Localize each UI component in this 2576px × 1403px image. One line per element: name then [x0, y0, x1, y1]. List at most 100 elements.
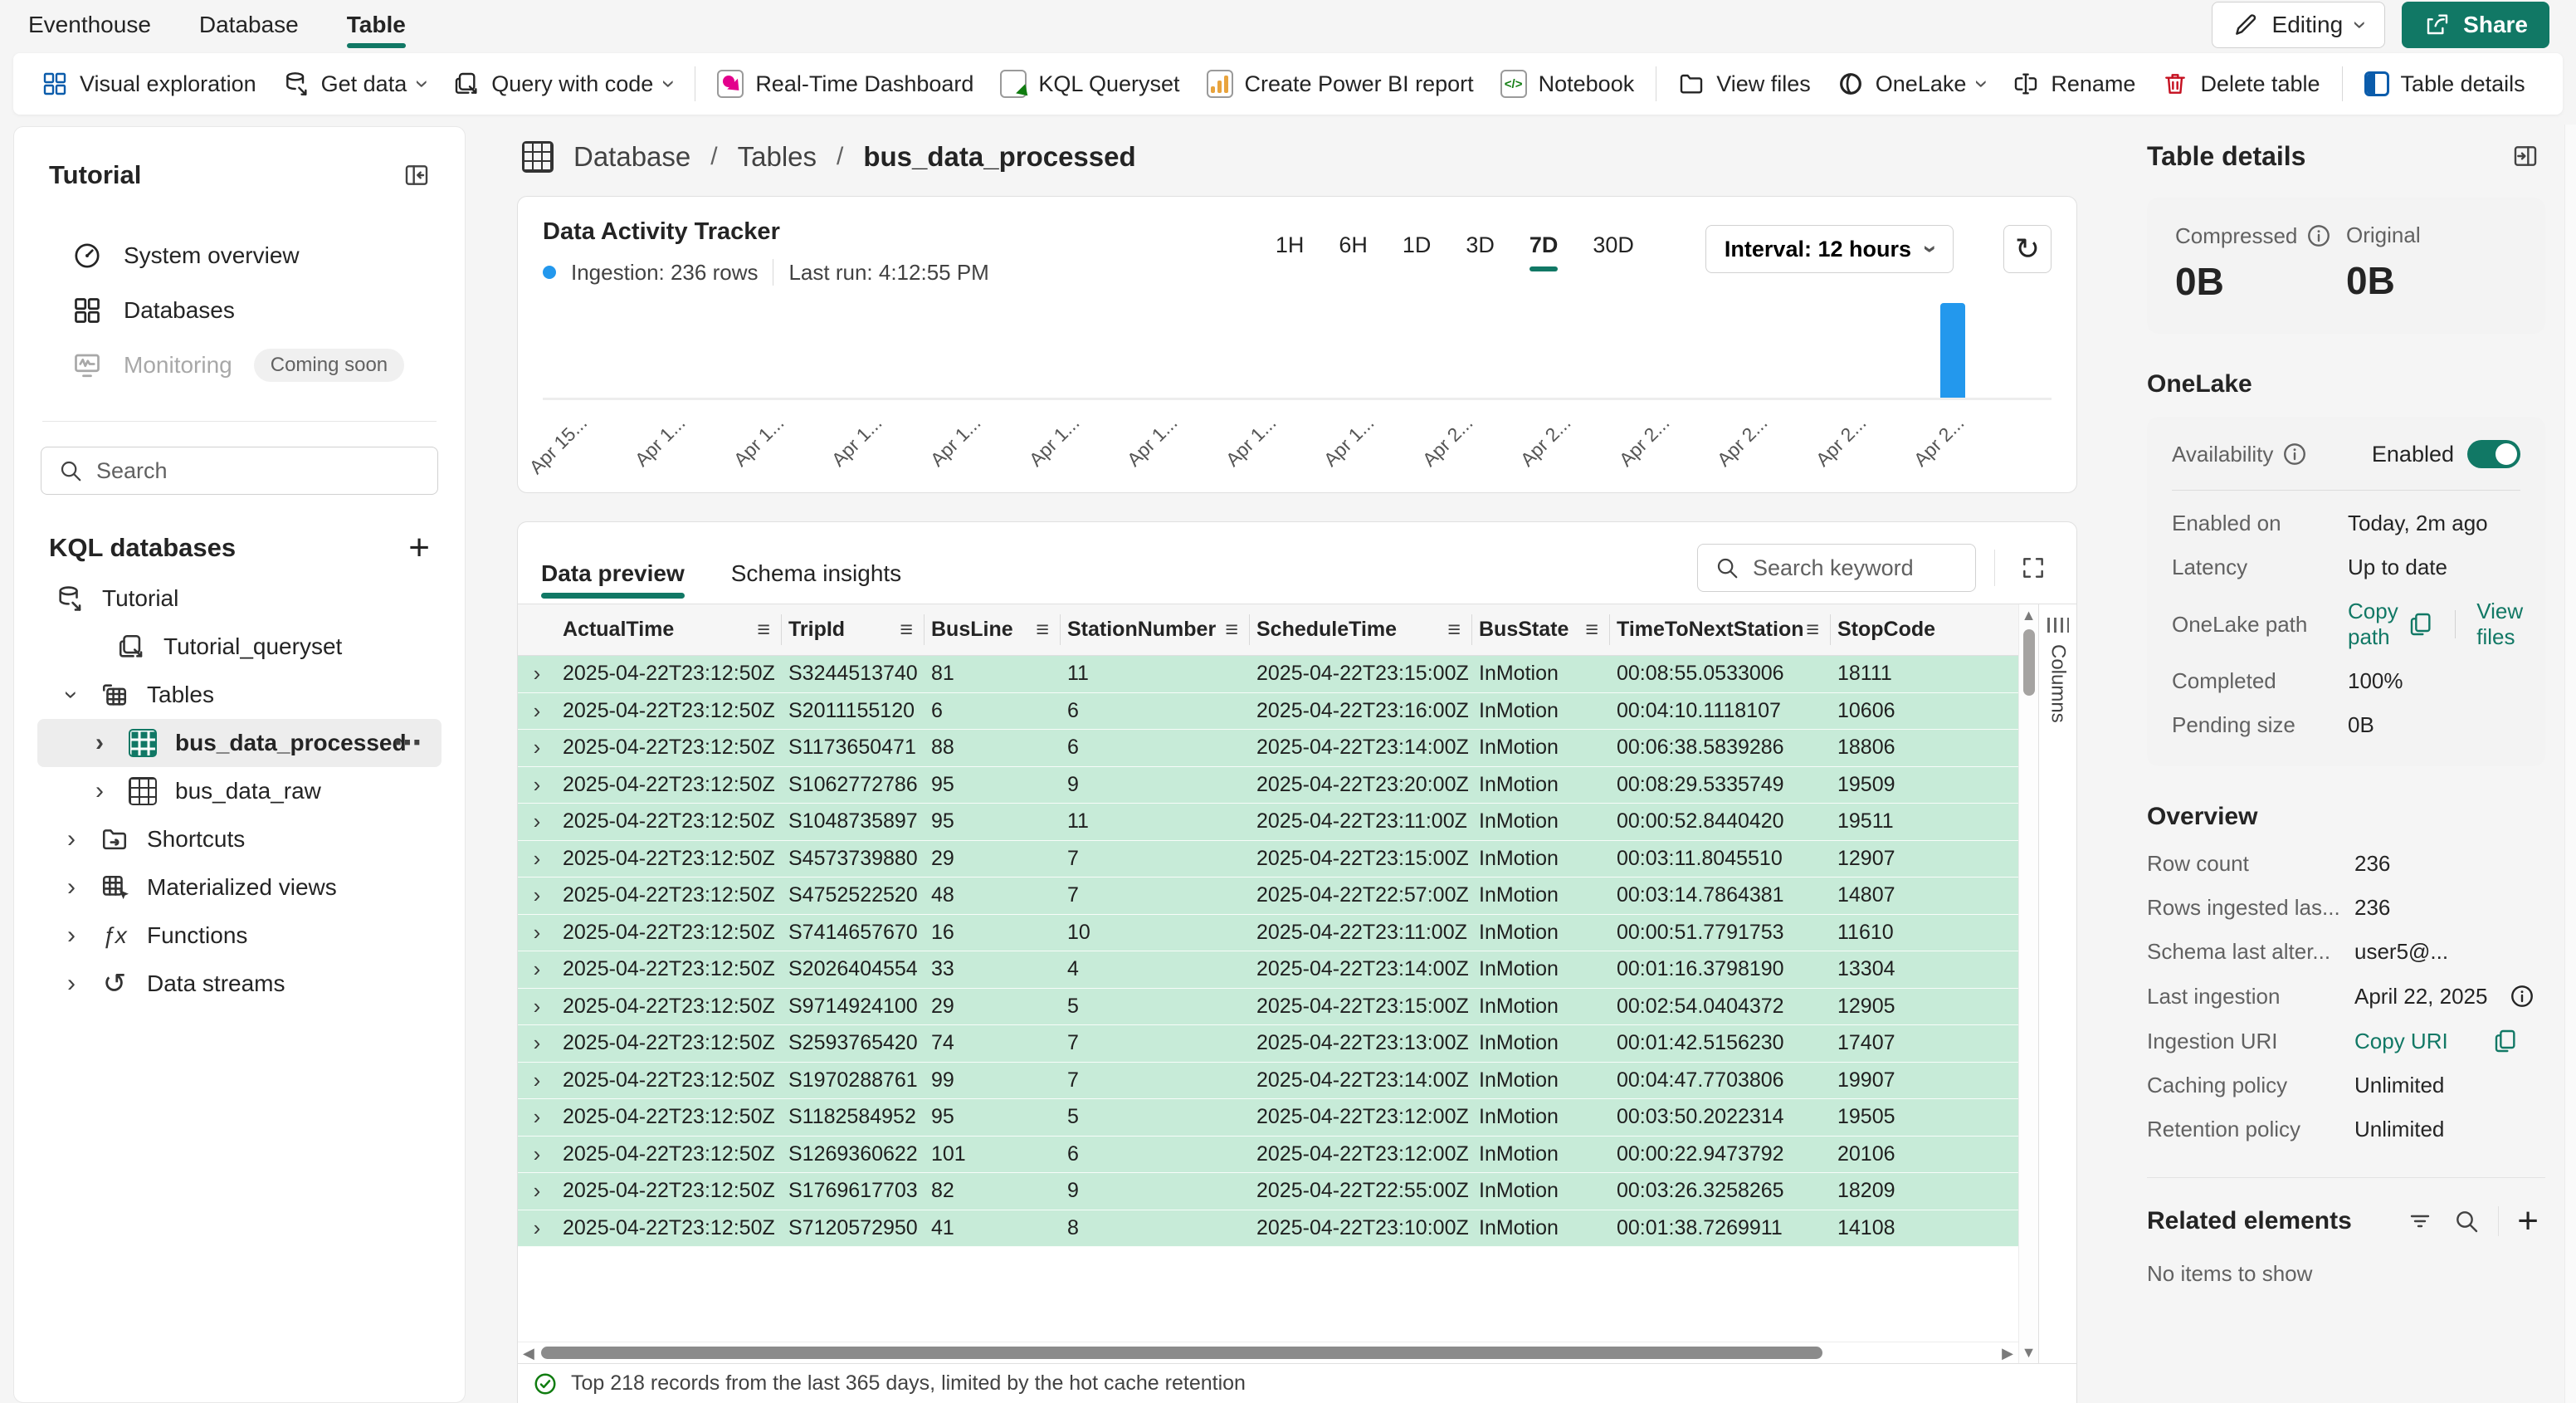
chevron-right-icon[interactable]: ›	[61, 827, 82, 852]
table-row[interactable]: › 2025-04-22T23:12:50Z S9714924100 29 5 2025-…	[518, 988, 2018, 1025]
table-row[interactable]: › 2025-04-22T23:12:50Z S1048735897 95 11 2025…	[518, 804, 2018, 841]
row-expander-icon[interactable]: ›	[518, 915, 556, 951]
copy-icon[interactable]	[2491, 1028, 2518, 1054]
chevron-expanded-icon[interactable]: ›	[58, 684, 85, 706]
row-expander-icon[interactable]: ›	[518, 1099, 556, 1136]
visual-exploration-button[interactable]: Visual exploration	[28, 60, 270, 108]
tab-data-preview[interactable]: Data preview	[541, 560, 685, 604]
columns-side-panel-tab[interactable]: Columns	[2038, 604, 2076, 1363]
column-menu-icon[interactable]: ≡	[1036, 617, 1049, 643]
more-options-icon[interactable]: ⋯	[393, 726, 423, 760]
kql-queryset-button[interactable]: KQL Queryset	[987, 60, 1193, 108]
column-header-busstate[interactable]: BusState ≡	[1472, 604, 1610, 655]
add-database-button[interactable]: +	[402, 530, 437, 566]
vertical-scroll-thumb[interactable]	[2022, 629, 2035, 696]
scroll-down-icon[interactable]: ▼	[2022, 1345, 2037, 1360]
sidebar-item-databases[interactable]: Databases	[37, 283, 442, 338]
table-row[interactable]: › 2025-04-22T23:12:50Z S3244513740 81 11 2025…	[518, 656, 2018, 693]
info-icon[interactable]	[2305, 222, 2332, 249]
row-expander-icon[interactable]: ›	[518, 730, 556, 766]
breadcrumb-database[interactable]: Database	[573, 141, 690, 173]
copy-uri-link[interactable]: Copy URI	[2354, 1029, 2448, 1054]
delete-table-button[interactable]: Delete table	[2149, 60, 2333, 108]
vertical-scrollbar[interactable]: ▲ ▼	[2018, 604, 2038, 1363]
tab-schema-insights[interactable]: Schema insights	[731, 560, 901, 604]
row-expander-icon[interactable]: ›	[518, 877, 556, 914]
get-data-button[interactable]: Get data ›	[270, 60, 441, 108]
row-expander-icon[interactable]: ›	[518, 1137, 556, 1173]
editing-mode-button[interactable]: Editing ›	[2211, 2, 2386, 48]
column-menu-icon[interactable]: ≡	[757, 617, 770, 643]
tab-table[interactable]: Table	[346, 0, 406, 50]
collapse-details-button[interactable]	[2505, 136, 2545, 176]
query-with-code-button[interactable]: Query with code ›	[440, 60, 686, 108]
table-row[interactable]: › 2025-04-22T23:12:50Z S7120572950 41 8 2025-…	[518, 1210, 2018, 1247]
range-1d[interactable]: 1D	[1403, 232, 1432, 266]
row-expander-icon[interactable]: ›	[518, 656, 556, 692]
horizontal-scroll-thumb[interactable]	[540, 1347, 1823, 1359]
create-powerbi-report-button[interactable]: Create Power BI report	[1193, 60, 1487, 108]
row-expander-icon[interactable]: ›	[518, 804, 556, 840]
availability-toggle[interactable]	[2467, 440, 2520, 468]
table-row[interactable]: › 2025-04-22T23:12:50Z S1970288761 99 7 2025-…	[518, 1062, 2018, 1099]
scroll-right-icon[interactable]: ▶	[2002, 1346, 2013, 1361]
tree-item-materialized-views[interactable]: › Materialized views	[37, 863, 442, 912]
column-header-actualtime[interactable]: ActualTime ≡	[556, 604, 782, 655]
column-header-scheduletime[interactable]: ScheduleTime ≡	[1250, 604, 1472, 655]
page-scrollbar[interactable]	[2564, 125, 2576, 1403]
column-header-stationnumber[interactable]: StationNumber ≡	[1061, 604, 1250, 655]
breadcrumb-tables[interactable]: Tables	[738, 141, 817, 173]
tree-item-database-tutorial[interactable]: Tutorial	[37, 574, 442, 623]
row-expander-icon[interactable]: ›	[518, 1025, 556, 1062]
table-row[interactable]: › 2025-04-22T23:12:50Z S4752522520 48 7 2025-…	[518, 877, 2018, 915]
sidebar-search-input[interactable]	[96, 457, 421, 484]
range-6h[interactable]: 6H	[1339, 232, 1368, 266]
tree-item-data-streams[interactable]: › ↺ Data streams	[37, 960, 442, 1008]
table-row[interactable]: › 2025-04-22T23:12:50Z S1062772786 95 9 2025-…	[518, 766, 2018, 804]
tree-item-bus-data-raw[interactable]: › bus_data_raw	[37, 767, 442, 815]
share-button[interactable]: Share	[2402, 2, 2549, 48]
interval-dropdown[interactable]: Interval: 12 hours ›	[1705, 225, 1954, 273]
onelake-button[interactable]: OneLake ›	[1824, 60, 2000, 108]
column-menu-icon[interactable]: ≡	[1585, 617, 1598, 643]
keyword-search-input[interactable]	[1753, 555, 2047, 581]
ingestion-bar[interactable]	[1940, 303, 1966, 398]
copy-path-link[interactable]: Copy path	[2348, 599, 2433, 650]
table-row[interactable]: › 2025-04-22T23:12:50Z S2011155120 6 6 2025-0…	[518, 692, 2018, 730]
tab-database[interactable]: Database	[199, 0, 299, 50]
column-menu-icon[interactable]: ≡	[1447, 617, 1461, 643]
table-row[interactable]: › 2025-04-22T23:12:50Z S1182584952 95 5 2025-…	[518, 1099, 2018, 1137]
row-expander-icon[interactable]: ›	[518, 989, 556, 1025]
horizontal-scrollbar[interactable]: ◀ ▶	[518, 1342, 2018, 1363]
scroll-left-icon[interactable]: ◀	[523, 1346, 534, 1361]
range-7d[interactable]: 7D	[1529, 232, 1558, 271]
row-expander-icon[interactable]: ›	[518, 693, 556, 730]
table-row[interactable]: › 2025-04-22T23:12:50Z S2026404554 33 4 2025-…	[518, 951, 2018, 989]
row-expander-icon[interactable]: ›	[518, 1210, 556, 1247]
real-time-dashboard-button[interactable]: Real-Time Dashboard	[704, 60, 987, 108]
table-row[interactable]: › 2025-04-22T23:12:50Z S1769617703 82 9 2025-…	[518, 1173, 2018, 1210]
row-expander-icon[interactable]: ›	[518, 951, 556, 988]
chevron-right-icon[interactable]: ›	[89, 731, 110, 755]
column-menu-icon[interactable]: ≡	[900, 617, 913, 643]
notebook-button[interactable]: Notebook	[1487, 60, 1648, 108]
table-details-button[interactable]: Table details	[2351, 60, 2539, 108]
tab-eventhouse[interactable]: Eventhouse	[28, 0, 151, 50]
row-expander-icon[interactable]: ›	[518, 1173, 556, 1210]
table-row[interactable]: › 2025-04-22T23:12:50Z S7414657670 16 10 2025…	[518, 914, 2018, 951]
info-icon[interactable]	[2509, 983, 2535, 1009]
row-expander-icon[interactable]: ›	[518, 767, 556, 804]
table-row[interactable]: › 2025-04-22T23:12:50Z S1269360622 101 6 2025…	[518, 1136, 2018, 1173]
chevron-right-icon[interactable]: ›	[61, 971, 82, 996]
refresh-button[interactable]: ↻	[2003, 225, 2052, 273]
view-files-button[interactable]: View files	[1665, 60, 1824, 108]
column-header-stopcode[interactable]: StopCode	[1831, 604, 2018, 655]
scroll-up-icon[interactable]: ▲	[2022, 608, 2037, 623]
table-row[interactable]: › 2025-04-22T23:12:50Z S4573739880 29 7 2025-…	[518, 840, 2018, 877]
add-related-button[interactable]: +	[2510, 1203, 2545, 1239]
tree-item-tables[interactable]: › Tables	[37, 671, 442, 719]
rename-button[interactable]: Rename	[1999, 60, 2149, 108]
tree-item-functions[interactable]: › ƒx Functions	[37, 912, 442, 960]
range-1h[interactable]: 1H	[1276, 232, 1305, 266]
column-header-timetonextstation[interactable]: TimeToNextStation ≡	[1610, 604, 1831, 655]
